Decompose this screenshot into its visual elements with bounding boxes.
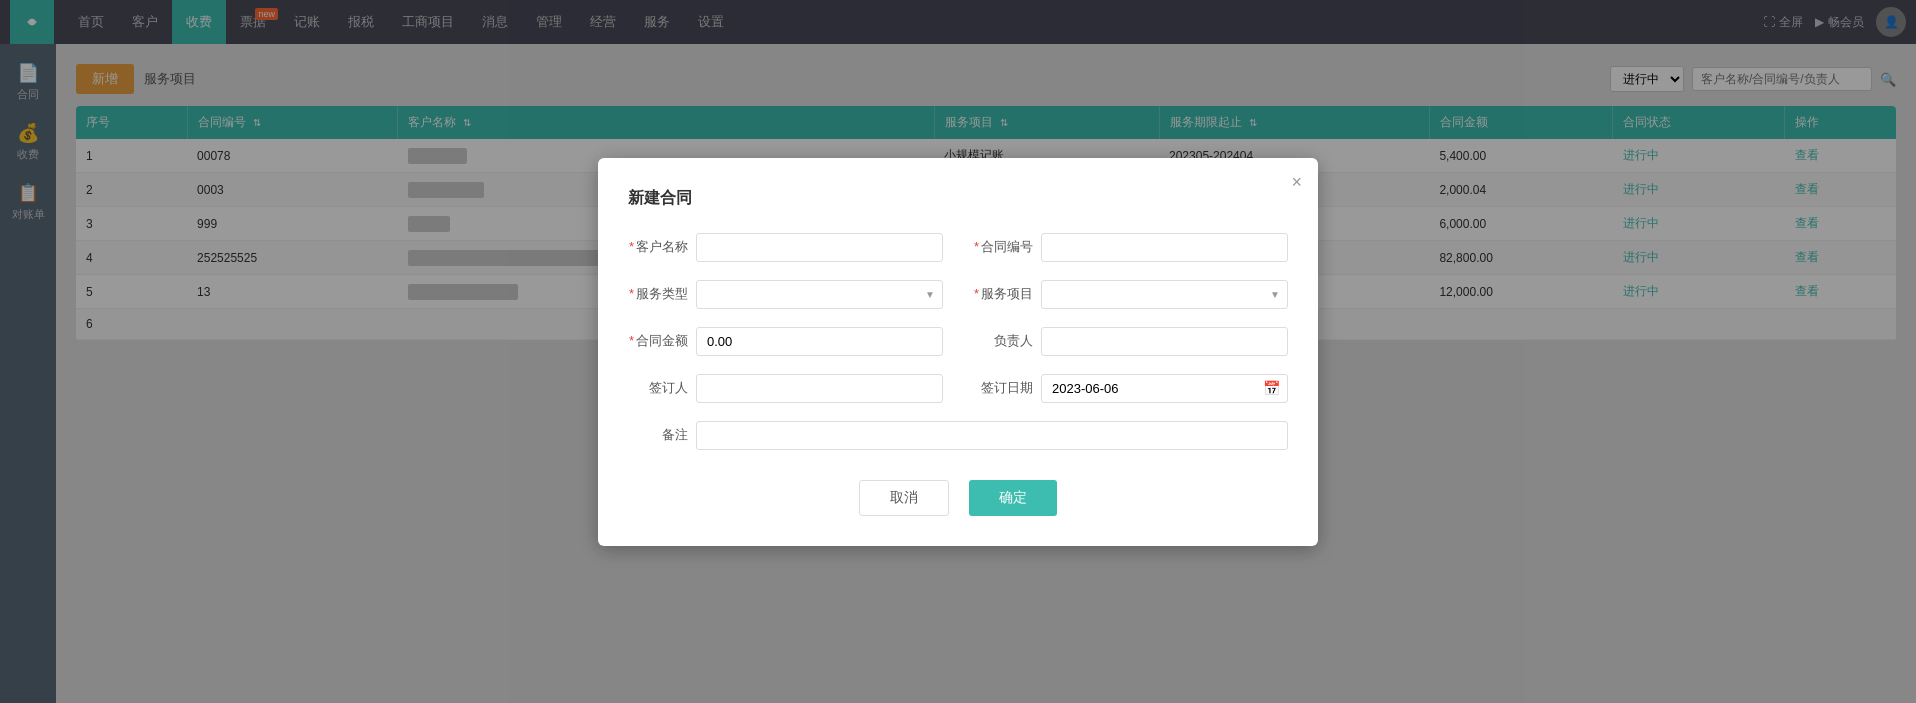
signer-input[interactable] bbox=[696, 374, 943, 403]
field-notes: 备注 bbox=[628, 421, 1288, 450]
field-service-type: *服务类型 ▼ bbox=[628, 280, 943, 309]
form-row-2: *服务类型 ▼ *服务项目 ▼ bbox=[628, 280, 1288, 309]
notes-label: 备注 bbox=[628, 426, 688, 444]
service-item-wrapper: ▼ bbox=[1041, 280, 1288, 309]
date-wrapper: 📅 bbox=[1041, 374, 1288, 403]
cancel-button[interactable]: 取消 bbox=[859, 480, 949, 516]
modal-overlay[interactable]: × 新建合同 *客户名称 *合同编号 *服务类型 ▼ bbox=[0, 0, 1916, 703]
field-contract-amount: *合同金额 bbox=[628, 327, 943, 356]
service-item-label: *服务项目 bbox=[973, 285, 1033, 303]
field-contract-no: *合同编号 bbox=[973, 233, 1288, 262]
form-row-3: *合同金额 负责人 bbox=[628, 327, 1288, 356]
calendar-icon[interactable]: 📅 bbox=[1263, 380, 1280, 396]
field-sign-date: 签订日期 📅 bbox=[973, 374, 1288, 403]
form-row-1: *客户名称 *合同编号 bbox=[628, 233, 1288, 262]
client-name-label: *客户名称 bbox=[628, 238, 688, 256]
signer-label: 签订人 bbox=[628, 379, 688, 397]
modal-footer: 取消 确定 bbox=[628, 480, 1288, 516]
client-name-input[interactable] bbox=[696, 233, 943, 262]
confirm-button[interactable]: 确定 bbox=[969, 480, 1057, 516]
service-type-select[interactable] bbox=[696, 280, 943, 309]
modal-new-contract: × 新建合同 *客户名称 *合同编号 *服务类型 ▼ bbox=[598, 158, 1318, 546]
service-type-label: *服务类型 bbox=[628, 285, 688, 303]
notes-input[interactable] bbox=[696, 421, 1288, 450]
service-type-wrapper: ▼ bbox=[696, 280, 943, 309]
form-row-5: 备注 bbox=[628, 421, 1288, 450]
form-row-4: 签订人 签订日期 📅 bbox=[628, 374, 1288, 403]
field-client-name: *客户名称 bbox=[628, 233, 943, 262]
sign-date-input[interactable] bbox=[1041, 374, 1288, 403]
service-item-select[interactable] bbox=[1041, 280, 1288, 309]
modal-title: 新建合同 bbox=[628, 188, 1288, 209]
sign-date-label: 签订日期 bbox=[973, 379, 1033, 397]
field-signer: 签订人 bbox=[628, 374, 943, 403]
contract-amount-label: *合同金额 bbox=[628, 332, 688, 350]
responsible-input[interactable] bbox=[1041, 327, 1288, 356]
responsible-label: 负责人 bbox=[973, 332, 1033, 350]
field-service-item: *服务项目 ▼ bbox=[973, 280, 1288, 309]
contract-no-label: *合同编号 bbox=[973, 238, 1033, 256]
contract-no-input[interactable] bbox=[1041, 233, 1288, 262]
field-responsible: 负责人 bbox=[973, 327, 1288, 356]
modal-close-button[interactable]: × bbox=[1291, 172, 1302, 193]
contract-amount-input[interactable] bbox=[696, 327, 943, 356]
